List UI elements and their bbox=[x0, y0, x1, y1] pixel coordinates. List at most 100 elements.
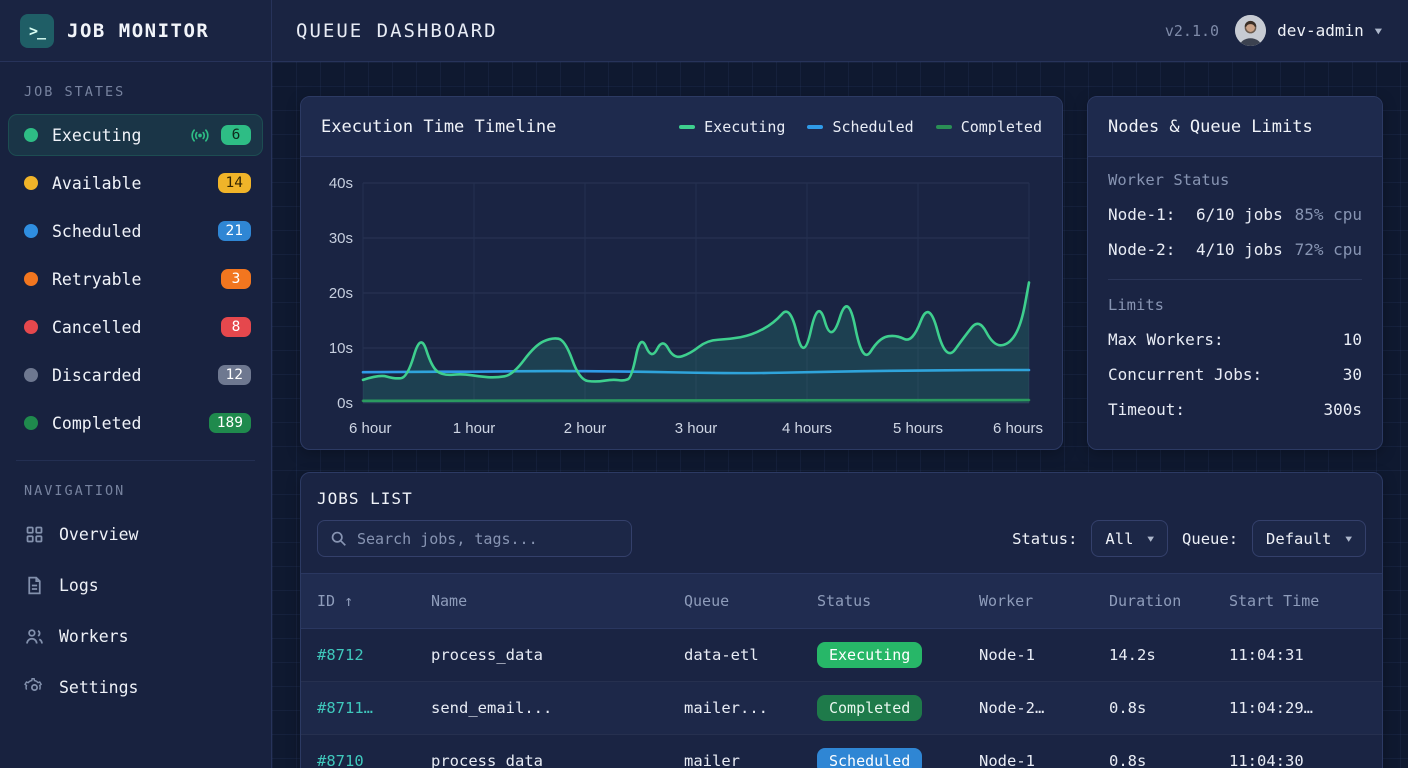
sidebar-item-retryable[interactable]: Retryable 3 bbox=[8, 258, 263, 300]
queue-filter-select[interactable]: Default ▼ bbox=[1252, 520, 1366, 557]
legend-dash bbox=[807, 124, 824, 129]
queue-filter-value: Default bbox=[1266, 529, 1332, 548]
live-broadcast-icon bbox=[189, 128, 211, 143]
cell-worker: Node-1 bbox=[963, 752, 1093, 768]
svg-text:40s: 40s bbox=[329, 175, 353, 192]
worker-row: Node-2: 4/10 jobs 72% cpu bbox=[1108, 240, 1362, 259]
state-dot bbox=[24, 224, 38, 238]
page-title: QUEUE DASHBOARD bbox=[296, 19, 498, 42]
limit-label: Timeout: bbox=[1108, 400, 1186, 419]
workers-people-icon bbox=[24, 626, 45, 647]
cell-queue: mailer... bbox=[668, 699, 801, 717]
cell-id: #8710 bbox=[301, 752, 415, 768]
cell-text: Node-1 bbox=[979, 646, 1035, 664]
sidebar-item-discarded[interactable]: Discarded 12 bbox=[8, 354, 263, 396]
legend-label: Executing bbox=[704, 117, 786, 136]
legend-dash bbox=[935, 124, 952, 129]
cell-text: #8711… bbox=[317, 699, 373, 717]
sidebar-item-scheduled[interactable]: Scheduled 21 bbox=[8, 210, 263, 252]
state-count-badge: 189 bbox=[208, 413, 251, 433]
cell-name: send_email... bbox=[415, 699, 668, 717]
svg-text:6 hours: 6 hours bbox=[993, 420, 1043, 437]
chevron-down-icon: ▼ bbox=[1374, 24, 1382, 37]
cell-text: process_data bbox=[431, 646, 543, 664]
search-input[interactable] bbox=[357, 529, 619, 548]
state-dot bbox=[24, 176, 38, 190]
job-states-heading: JOB STATES bbox=[24, 84, 126, 100]
table-row[interactable]: #8710 process_data mailer Scheduled Node-1 0.… bbox=[301, 735, 1382, 768]
sidebar-item-cancelled[interactable]: Cancelled 8 bbox=[8, 306, 263, 348]
table-row[interactable]: #8711… send_email... mailer... Completed Nod… bbox=[301, 682, 1382, 735]
state-dot bbox=[24, 272, 38, 286]
column-label: Status bbox=[817, 592, 872, 610]
legend-item-executing[interactable]: Executing bbox=[679, 118, 785, 136]
legend-item-scheduled[interactable]: Scheduled bbox=[807, 117, 914, 136]
cell-text: 0.8s bbox=[1109, 699, 1147, 717]
column-header-worker[interactable]: Worker bbox=[963, 592, 1093, 610]
cell-worker: Node-2… bbox=[963, 699, 1093, 717]
cell-text: 11:04:29… bbox=[1229, 699, 1313, 717]
logs-file-icon bbox=[24, 575, 45, 596]
svg-text:3 hour: 3 hour bbox=[675, 420, 718, 437]
limit-value: 300s bbox=[1323, 400, 1362, 419]
svg-text:2 hour: 2 hour bbox=[564, 420, 607, 437]
legend-dash bbox=[679, 124, 696, 129]
cell-text: send_email... bbox=[431, 699, 553, 717]
legend-item-completed[interactable]: Completed bbox=[935, 118, 1042, 136]
jobs-table-body: #8712 process_data data-etl Executing Node-1… bbox=[301, 629, 1382, 768]
execution-timeline-card: Execution Time Timeline Executing Schedul… bbox=[300, 96, 1063, 450]
user-menu[interactable]: dev-admin ▼ bbox=[1235, 15, 1382, 46]
brand-logo[interactable]: >_ JOB MONITOR bbox=[0, 0, 272, 61]
timeline-chart: 40s 30s 20s 10s 0s 6 hour 1 hour 2 hour 3 hour 4 … bbox=[329, 175, 1043, 437]
nodes-card-title: Nodes & Queue Limits bbox=[1108, 116, 1313, 137]
limit-value: 10 bbox=[1342, 330, 1362, 349]
sidebar-item-available[interactable]: Available 14 bbox=[8, 162, 263, 204]
svg-text:1 hour: 1 hour bbox=[453, 420, 496, 437]
sidebar-item-logs[interactable]: Logs bbox=[8, 564, 263, 606]
sidebar-item-executing[interactable]: Executing 6 bbox=[8, 114, 263, 156]
cell-text: #8710 bbox=[317, 752, 364, 768]
column-header-status[interactable]: Status bbox=[801, 592, 963, 610]
legend-label: Scheduled bbox=[832, 117, 914, 136]
main-content: Execution Time Timeline Executing Schedul… bbox=[272, 62, 1408, 768]
cell-text: process_data bbox=[431, 752, 543, 768]
sidebar-item-completed[interactable]: Completed 189 bbox=[8, 402, 263, 444]
state-dot bbox=[24, 320, 38, 334]
state-dot bbox=[24, 128, 38, 142]
queue-filter-label: Queue: bbox=[1182, 529, 1239, 548]
worker-name: Node-2: bbox=[1108, 240, 1176, 259]
app-root: >_ JOB MONITOR QUEUE DASHBOARD v2.1.0 de… bbox=[0, 0, 1408, 768]
search-box[interactable] bbox=[317, 520, 632, 557]
chevron-down-icon: ▼ bbox=[1147, 533, 1155, 544]
nodes-card-header: Nodes & Queue Limits bbox=[1088, 97, 1382, 157]
limit-label: Concurrent Jobs: bbox=[1108, 365, 1263, 384]
status-filter-select[interactable]: All ▼ bbox=[1091, 520, 1169, 557]
cell-start_time: 11:04:30 bbox=[1213, 752, 1382, 768]
sidebar-item-overview[interactable]: Overview bbox=[8, 513, 263, 555]
worker-name: Node-1: bbox=[1108, 205, 1176, 224]
svg-text:30s: 30s bbox=[329, 230, 353, 247]
sidebar-item-settings[interactable]: Settings bbox=[8, 666, 263, 708]
jobs-card-header: JOBS LIST Status: All bbox=[301, 473, 1382, 573]
cell-text: Node-1 bbox=[979, 752, 1035, 768]
column-header-queue[interactable]: Queue bbox=[668, 592, 801, 610]
jobs-table-header: ID ↑ Name Queue Status Worker Duration Start T… bbox=[301, 573, 1382, 629]
column-header-start-time[interactable]: Start Time bbox=[1213, 592, 1382, 610]
svg-text:4 hours: 4 hours bbox=[782, 420, 832, 437]
limit-value: 30 bbox=[1342, 365, 1362, 384]
svg-text:0s: 0s bbox=[337, 395, 353, 412]
cell-text: 14.2s bbox=[1109, 646, 1156, 664]
column-label: Name bbox=[431, 592, 468, 610]
sidebar: JOB STATES Executing 6 Available 14 Schedule… bbox=[0, 62, 272, 768]
column-header-id[interactable]: ID ↑ bbox=[301, 592, 415, 610]
column-header-name[interactable]: Name bbox=[415, 592, 668, 610]
column-header-duration[interactable]: Duration bbox=[1093, 592, 1213, 610]
chart-plot-area: 40s 30s 20s 10s 0s 6 hour 1 hour 2 hour 3 hour 4 … bbox=[301, 157, 1062, 449]
sidebar-item-workers[interactable]: Workers bbox=[8, 615, 263, 657]
job-states-list: Executing 6 Available 14 Scheduled 21 Retryabl… bbox=[8, 114, 263, 444]
nav-label: Settings bbox=[59, 677, 139, 697]
nav-label: Logs bbox=[59, 575, 99, 595]
cell-name: process_data bbox=[415, 646, 668, 664]
table-row[interactable]: #8712 process_data data-etl Executing Node-1… bbox=[301, 629, 1382, 682]
column-label: Start Time bbox=[1229, 592, 1320, 610]
